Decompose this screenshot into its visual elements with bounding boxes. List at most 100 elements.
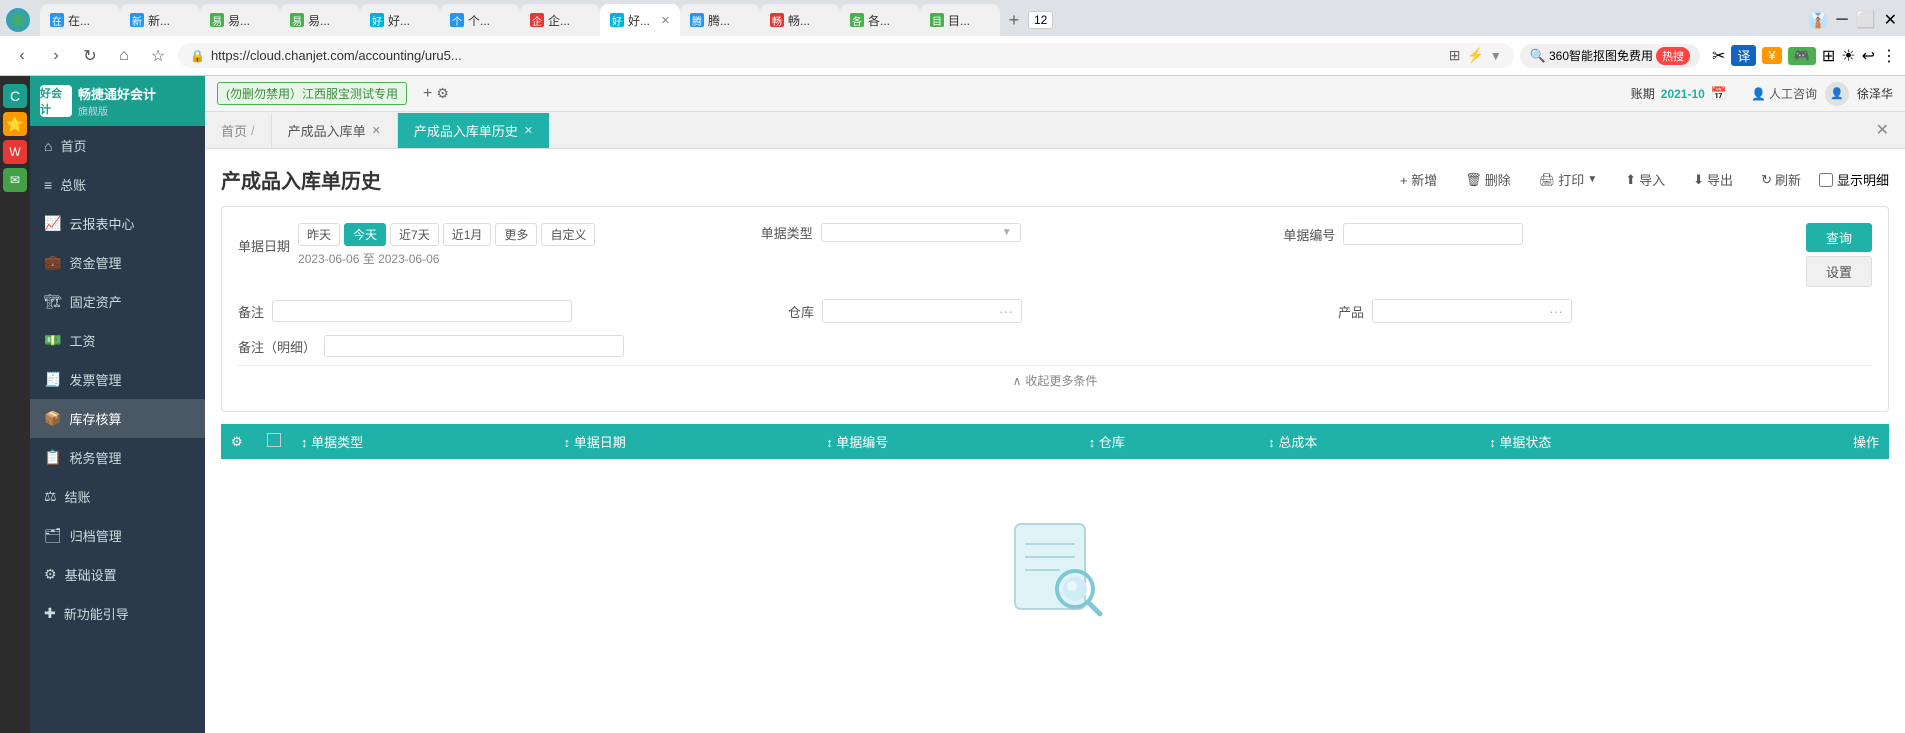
col-date[interactable]: ↕ 单据日期 [554, 424, 817, 459]
browser-tab-3[interactable]: 易 易... [200, 4, 280, 36]
dropdown-icon[interactable]: ▼ [1490, 49, 1502, 63]
filter-more[interactable]: 更多 [495, 223, 537, 246]
add-workspace-button[interactable]: + [423, 85, 432, 103]
bookmark-button[interactable]: ☆ [144, 42, 172, 70]
tab-list[interactable]: 产成品入库单 ✕ [272, 113, 398, 148]
sidebar-item-archive[interactable]: 🗂 归档管理 [30, 516, 205, 555]
close-panel-icon[interactable]: ✕ [1876, 120, 1889, 140]
sidebar-item-home[interactable]: ⌂ 首页 [30, 126, 205, 165]
browser-tab-12[interactable]: 目 目... [920, 4, 1000, 36]
detail-note-input[interactable] [324, 335, 624, 357]
print-button[interactable]: 🖨 打印 ▼ [1529, 166, 1607, 193]
browser-tab-6[interactable]: 个 个... [440, 4, 520, 36]
tab-3-label: 易... [228, 12, 270, 29]
sidebar-item-settlement[interactable]: ⚖ 结账 [30, 477, 205, 516]
filter-7days[interactable]: 近7天 [390, 223, 439, 246]
icon-sidebar-email[interactable]: ✉ [3, 168, 27, 192]
sidebar-item-invoice[interactable]: 🧾 发票管理 [30, 360, 205, 399]
product-select[interactable]: ··· [1372, 299, 1572, 323]
warehouse-select[interactable]: ··· [822, 299, 1022, 323]
settings-search-button[interactable]: 设置 [1806, 256, 1872, 287]
workspace-settings-icon[interactable]: ⚙ [436, 85, 449, 102]
scissors-icon[interactable]: ✂ [1712, 46, 1725, 66]
browser-tab-4[interactable]: 易 易... [280, 4, 360, 36]
export-button[interactable]: ⬇ 导出 [1683, 166, 1743, 193]
home-browser-button[interactable]: ⌂ [110, 42, 138, 70]
browser-tab-5[interactable]: 好 好... [360, 4, 440, 36]
tab-9-icon: 腾 [690, 13, 704, 27]
settings-browser-icon[interactable]: ⋮ [1881, 46, 1897, 66]
browser-tab-8[interactable]: 好 好... ✕ [600, 4, 680, 36]
delete-button[interactable]: 🗑 删除 [1455, 166, 1521, 193]
filter-custom[interactable]: 自定义 [541, 223, 595, 246]
col-status[interactable]: ↕ 单据状态 [1479, 424, 1742, 459]
header-checkbox[interactable] [267, 433, 281, 447]
sidebar-item-new-features[interactable]: ✚ 新功能引导 [30, 594, 205, 633]
close-button[interactable]: ✕ [1884, 10, 1897, 30]
print-dropdown-icon[interactable]: ▼ [1587, 174, 1597, 185]
calendar-icon[interactable]: 📅 [1711, 86, 1727, 102]
sidebar-home-label: 首页 [60, 136, 86, 155]
filter-today[interactable]: 今天 [344, 223, 386, 246]
game-icon[interactable]: 🎮 [1788, 47, 1816, 65]
maximize-button[interactable]: ⬜ [1856, 10, 1876, 30]
col-total-cost[interactable]: ↕ 总成本 [1258, 424, 1479, 459]
tab-history-close-icon[interactable]: ✕ [524, 124, 533, 137]
url-bar[interactable]: 🔒 https://cloud.chanjet.com/accounting/u… [178, 43, 1514, 68]
tab-list-close-icon[interactable]: ✕ [372, 124, 381, 137]
sun-icon[interactable]: ☀ [1841, 46, 1855, 66]
browser-tab-11[interactable]: 各 各... [840, 4, 920, 36]
type-select[interactable]: ▼ [821, 223, 1021, 242]
grid-ext-icon[interactable]: ⊞ [1822, 46, 1835, 66]
sidebar-fund-label: 资金管理 [69, 253, 121, 272]
import-button[interactable]: ⬆ 导入 [1615, 166, 1675, 193]
sidebar-item-fund-mgmt[interactable]: 💼 资金管理 [30, 243, 205, 282]
sidebar-item-fixed-assets[interactable]: 🏗 固定资产 [30, 282, 205, 321]
undo-icon[interactable]: ↩ [1862, 46, 1875, 66]
forward-button[interactable]: › [42, 42, 70, 70]
collapse-button[interactable]: ∧ 收起更多条件 [238, 365, 1872, 395]
back-button[interactable]: ‹ [8, 42, 36, 70]
refresh-browser-button[interactable]: ↻ [76, 42, 104, 70]
browser-tab-1[interactable]: 在 在... [40, 4, 120, 36]
sidebar-item-cloud-report[interactable]: 📈 云报表中心 [30, 204, 205, 243]
user-avatar[interactable]: 👤 [1825, 82, 1849, 106]
col-warehouse[interactable]: ↕ 仓库 [1079, 424, 1258, 459]
breadcrumb-home[interactable]: 首页 [221, 121, 247, 140]
minimize-button[interactable]: ─ [1836, 11, 1847, 29]
tab-history[interactable]: 产成品入库单历史 ✕ [398, 113, 549, 148]
refresh-button[interactable]: ↻ 刷新 [1751, 166, 1811, 193]
browser-tab-9[interactable]: 腾 腾... [680, 4, 760, 36]
sidebar-item-tax[interactable]: 📋 税务管理 [30, 438, 205, 477]
sidebar-item-basic-settings[interactable]: ⚙ 基础设置 [30, 555, 205, 594]
new-tab-button[interactable]: + [1000, 6, 1028, 34]
browser-tab-2[interactable]: 新 新... [120, 4, 200, 36]
icon-sidebar-item-2[interactable]: ⭐ [3, 112, 27, 136]
browser-tab-7[interactable]: 企 企... [520, 4, 600, 36]
add-button[interactable]: + 新增 [1390, 166, 1447, 193]
col-type[interactable]: ↕ 单据类型 [291, 424, 554, 459]
col-number[interactable]: ↕ 单据编号 [816, 424, 1079, 459]
sidebar-item-general-ledger[interactable]: ≡ 总账 [30, 165, 205, 204]
icon-sidebar-chanjet[interactable]: C [3, 84, 27, 108]
col-checkbox[interactable] [257, 424, 291, 459]
sidebar-item-payroll[interactable]: 💵 工资 [30, 321, 205, 360]
query-button[interactable]: 查询 [1806, 223, 1872, 252]
browser-tab-10[interactable]: 畅 畅... [760, 4, 840, 36]
fixed-assets-icon: 🏗 [44, 293, 62, 310]
show-columns-toggle[interactable]: 显示明细 [1819, 170, 1889, 189]
sidebar-invoice-label: 发票管理 [69, 370, 121, 389]
icon-sidebar-weibo[interactable]: W [3, 140, 27, 164]
user-service-button[interactable]: 👤 人工咨询 [1751, 85, 1817, 102]
sidebar-item-inventory[interactable]: 📦 库存核算 [30, 399, 205, 438]
tab-8-close-icon[interactable]: ✕ [661, 14, 670, 27]
number-input[interactable] [1343, 223, 1523, 245]
yuan-icon[interactable]: ¥ [1762, 47, 1781, 64]
note-input[interactable] [272, 300, 572, 322]
show-columns-checkbox[interactable] [1819, 173, 1833, 187]
search-bar-ext[interactable]: 🔍 360智能抠图免费用 热搜 [1520, 44, 1700, 68]
translate-icon[interactable]: 译 [1731, 45, 1756, 66]
filter-yesterday[interactable]: 昨天 [298, 223, 340, 246]
col-settings[interactable]: ⚙ [221, 424, 257, 459]
filter-1month[interactable]: 近1月 [443, 223, 492, 246]
